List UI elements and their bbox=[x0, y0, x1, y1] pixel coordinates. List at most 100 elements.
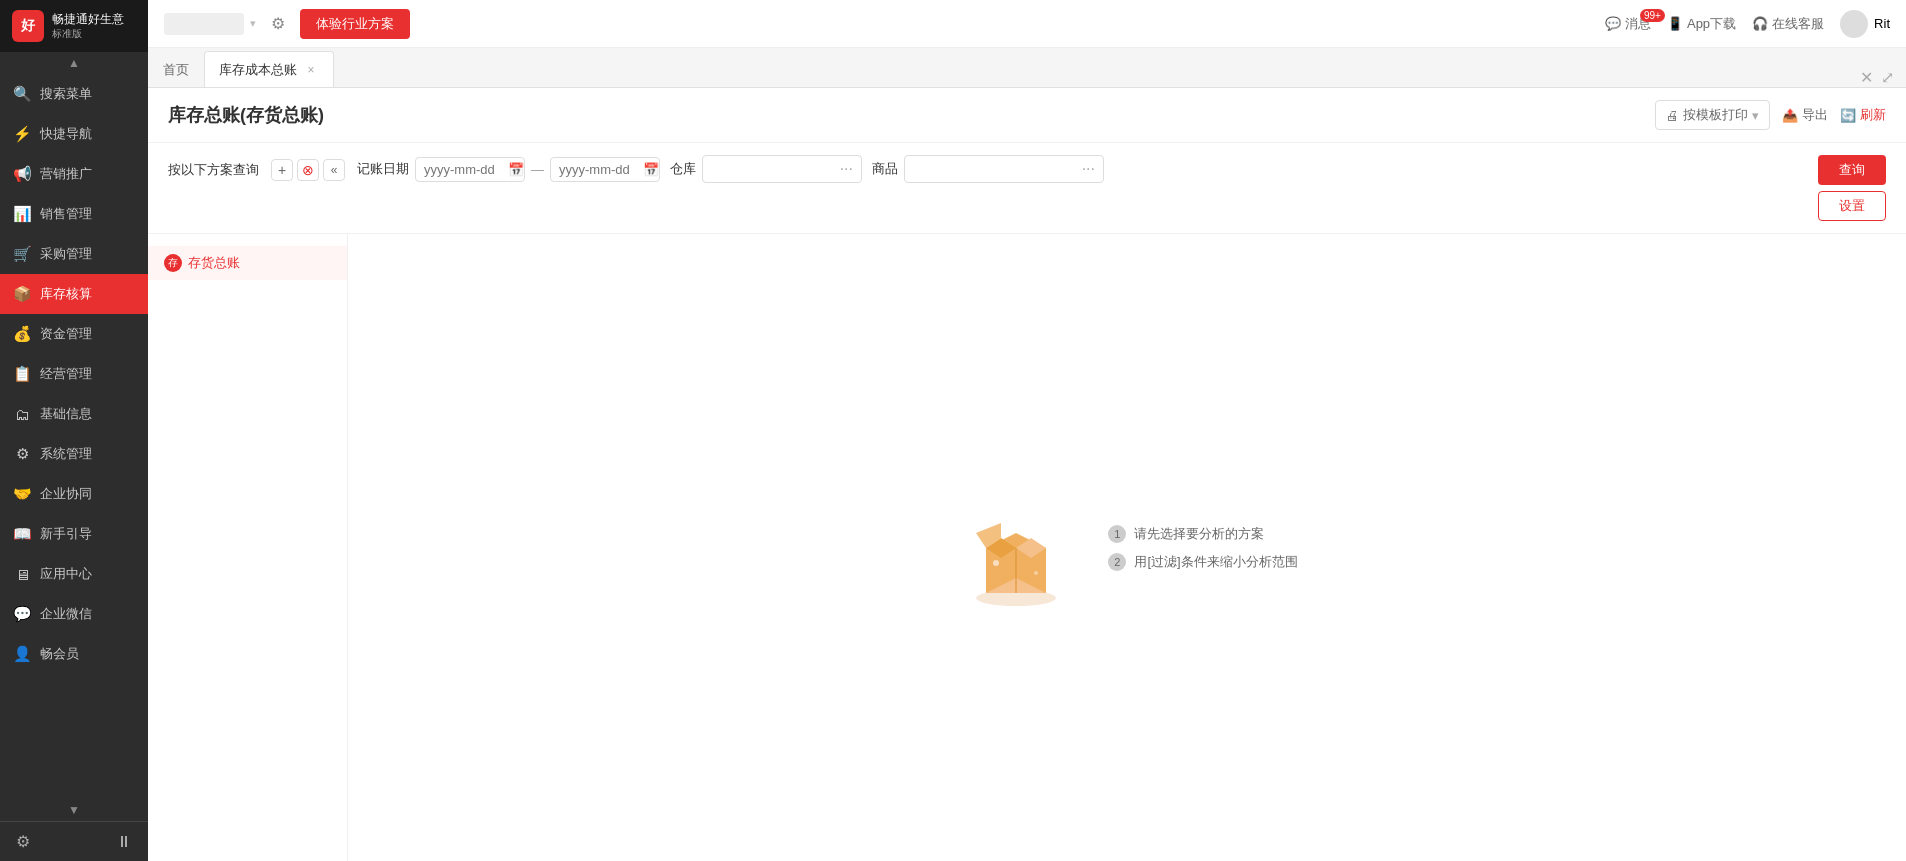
empty-svg bbox=[956, 488, 1076, 608]
sales-icon: 📊 bbox=[12, 204, 32, 224]
calendar-end-icon[interactable]: 📅 bbox=[643, 162, 659, 177]
support-icon: 🎧 bbox=[1752, 16, 1768, 31]
refresh-button[interactable]: 🔄 刷新 bbox=[1840, 106, 1886, 124]
svg-point-7 bbox=[993, 560, 999, 566]
filter-collapse-button[interactable]: « bbox=[323, 159, 345, 181]
sidebar-item-search[interactable]: 🔍 搜索菜单 bbox=[0, 74, 148, 114]
refresh-label: 刷新 bbox=[1860, 106, 1886, 124]
sidebar-item-purchase[interactable]: 🛒 采购管理 bbox=[0, 234, 148, 274]
finance-icon: 💰 bbox=[12, 324, 32, 344]
message-icon: 💬 bbox=[1605, 16, 1621, 31]
filter-row: 记账日期 📅 — 📅 仓库 ··· bbox=[357, 155, 1798, 183]
online-support-button[interactable]: 🎧 在线客服 bbox=[1752, 15, 1824, 33]
sidebar-item-wechat[interactable]: 💬 企业微信 bbox=[0, 594, 148, 634]
product-select[interactable]: ··· bbox=[904, 155, 1104, 183]
settings-button[interactable]: 设置 bbox=[1818, 191, 1886, 221]
user-avatar-button[interactable]: Rit bbox=[1840, 10, 1890, 38]
warehouse-select[interactable]: ··· bbox=[702, 155, 862, 183]
date-end-text[interactable] bbox=[559, 162, 639, 177]
date-start-input[interactable]: 📅 bbox=[415, 157, 525, 182]
sidebar-item-management[interactable]: 📋 经营管理 bbox=[0, 354, 148, 394]
content-area: 存 存货总账 bbox=[148, 234, 1906, 861]
sidebar-item-label-appcenter: 应用中心 bbox=[40, 565, 92, 583]
search-icon: 🔍 bbox=[12, 84, 32, 104]
wechat-icon: 💬 bbox=[12, 604, 32, 624]
main-area: ▾ ⚙ 体验行业方案 💬 消息 99+ 📱 App下载 🎧 在线客服 Rit bbox=[148, 0, 1906, 861]
left-panel-item-inventory[interactable]: 存 存货总账 bbox=[148, 246, 347, 280]
export-label: 导出 bbox=[1802, 106, 1828, 124]
date-end-input[interactable]: 📅 bbox=[550, 157, 660, 182]
sidebar-item-label-sales: 销售管理 bbox=[40, 205, 92, 223]
topbar-settings-button[interactable]: ⚙ bbox=[264, 10, 292, 38]
sidebar-item-marketing[interactable]: 📢 营销推广 bbox=[0, 154, 148, 194]
export-button[interactable]: 📤 导出 bbox=[1782, 106, 1828, 124]
product-more-icon[interactable]: ··· bbox=[1082, 160, 1095, 178]
audio-footer-icon[interactable]: ⏸ bbox=[116, 833, 132, 851]
sidebar-item-shortcut[interactable]: ⚡ 快捷导航 bbox=[0, 114, 148, 154]
empty-illustration bbox=[956, 488, 1076, 608]
app-icon: 📱 bbox=[1667, 16, 1683, 31]
sidebar-item-sales[interactable]: 📊 销售管理 bbox=[0, 194, 148, 234]
date-start-text[interactable] bbox=[424, 162, 504, 177]
sidebar-scroll-up[interactable]: ▲ bbox=[0, 52, 148, 74]
tab-close-icon[interactable]: × bbox=[303, 62, 319, 78]
filter-group-date: 记账日期 📅 — 📅 bbox=[357, 157, 660, 182]
filter-group-product: 商品 ··· bbox=[872, 155, 1104, 183]
management-icon: 📋 bbox=[12, 364, 32, 384]
print-button[interactable]: 🖨 按模板打印 ▾ bbox=[1655, 100, 1770, 130]
sidebar-item-label-enterprise: 企业协同 bbox=[40, 485, 92, 503]
tab-inventory-ledger[interactable]: 库存成本总账 × bbox=[204, 51, 334, 87]
topbar-left: ▾ ⚙ 体验行业方案 bbox=[164, 9, 1597, 39]
app-label: App下载 bbox=[1687, 15, 1736, 33]
print-dropdown-icon[interactable]: ▾ bbox=[1752, 108, 1759, 123]
query-button[interactable]: 查询 bbox=[1818, 155, 1886, 185]
close-panel-button[interactable]: ✕ bbox=[1860, 68, 1873, 87]
sidebar-item-inventory[interactable]: 📦 库存核算 bbox=[0, 274, 148, 314]
sidebar-item-member[interactable]: 👤 畅会员 bbox=[0, 634, 148, 674]
sidebar-item-finance[interactable]: 💰 资金管理 bbox=[0, 314, 148, 354]
sidebar-scroll-down[interactable]: ▼ bbox=[0, 799, 148, 821]
hint-num-1: 1 bbox=[1108, 525, 1126, 543]
sidebar-nav: 🔍 搜索菜单 ⚡ 快捷导航 📢 营销推广 📊 销售管理 🛒 采购管理 📦 库存核… bbox=[0, 74, 148, 799]
sidebar-item-guide[interactable]: 📖 新手引导 bbox=[0, 514, 148, 554]
empty-hints: 1 请先选择要分析的方案 2 用[过滤]条件来缩小分析范围 bbox=[1108, 525, 1297, 571]
trial-button[interactable]: 体验行业方案 bbox=[300, 9, 410, 39]
sidebar-item-label-member: 畅会员 bbox=[40, 645, 79, 663]
sidebar-item-basics[interactable]: 🗂 基础信息 bbox=[0, 394, 148, 434]
settings-footer-icon[interactable]: ⚙ bbox=[16, 832, 30, 851]
message-button[interactable]: 💬 消息 99+ bbox=[1605, 15, 1651, 33]
app-download-button[interactable]: 📱 App下载 bbox=[1667, 15, 1736, 33]
tab-home-label: 首页 bbox=[163, 61, 189, 79]
export-icon: 📤 bbox=[1782, 108, 1798, 123]
chevron-down-icon[interactable]: ▾ bbox=[250, 17, 256, 30]
empty-state: 1 请先选择要分析的方案 2 用[过滤]条件来缩小分析范围 bbox=[348, 234, 1906, 861]
sidebar-item-label-guide: 新手引导 bbox=[40, 525, 92, 543]
calendar-start-icon[interactable]: 📅 bbox=[508, 162, 524, 177]
sidebar-item-label-wechat: 企业微信 bbox=[40, 605, 92, 623]
page-header-actions: 🖨 按模板打印 ▾ 📤 导出 🔄 刷新 bbox=[1655, 100, 1886, 130]
logo-icon: 好 bbox=[12, 10, 44, 42]
resize-panel-button[interactable]: ⤢ bbox=[1881, 68, 1894, 87]
date-separator: — bbox=[531, 162, 544, 177]
left-panel: 存 存货总账 bbox=[148, 234, 348, 861]
print-icon: 🖨 bbox=[1666, 108, 1679, 123]
topbar-right: 💬 消息 99+ 📱 App下载 🎧 在线客服 Rit bbox=[1605, 10, 1890, 38]
sidebar-item-appcenter[interactable]: 🖥 应用中心 bbox=[0, 554, 148, 594]
sidebar-item-label-finance: 资金管理 bbox=[40, 325, 92, 343]
tab-home[interactable]: 首页 bbox=[148, 51, 204, 87]
sidebar-item-label-inventory: 库存核算 bbox=[40, 285, 92, 303]
empty-hint-2: 2 用[过滤]条件来缩小分析范围 bbox=[1108, 553, 1297, 571]
page-header: 库存总账(存货总账) 🖨 按模板打印 ▾ 📤 导出 🔄 刷新 bbox=[148, 88, 1906, 143]
filter-remove-button[interactable]: ⊗ bbox=[297, 159, 319, 181]
warehouse-more-icon[interactable]: ··· bbox=[840, 160, 853, 178]
filter-add-button[interactable]: + bbox=[271, 159, 293, 181]
sidebar-item-label-marketing: 营销推广 bbox=[40, 165, 92, 183]
hint-text-2: 用[过滤]条件来缩小分析范围 bbox=[1134, 553, 1297, 571]
logo-badge: 标准版 bbox=[52, 27, 124, 41]
refresh-icon: 🔄 bbox=[1840, 108, 1856, 123]
sidebar-item-enterprise[interactable]: 🤝 企业协同 bbox=[0, 474, 148, 514]
sidebar: 好 畅捷通好生意 标准版 ▲ 🔍 搜索菜单 ⚡ 快捷导航 📢 营销推广 📊 销售… bbox=[0, 0, 148, 861]
sidebar-item-system[interactable]: ⚙ 系统管理 bbox=[0, 434, 148, 474]
sidebar-item-label-shortcut: 快捷导航 bbox=[40, 125, 92, 143]
user-name: Rit bbox=[1874, 16, 1890, 31]
